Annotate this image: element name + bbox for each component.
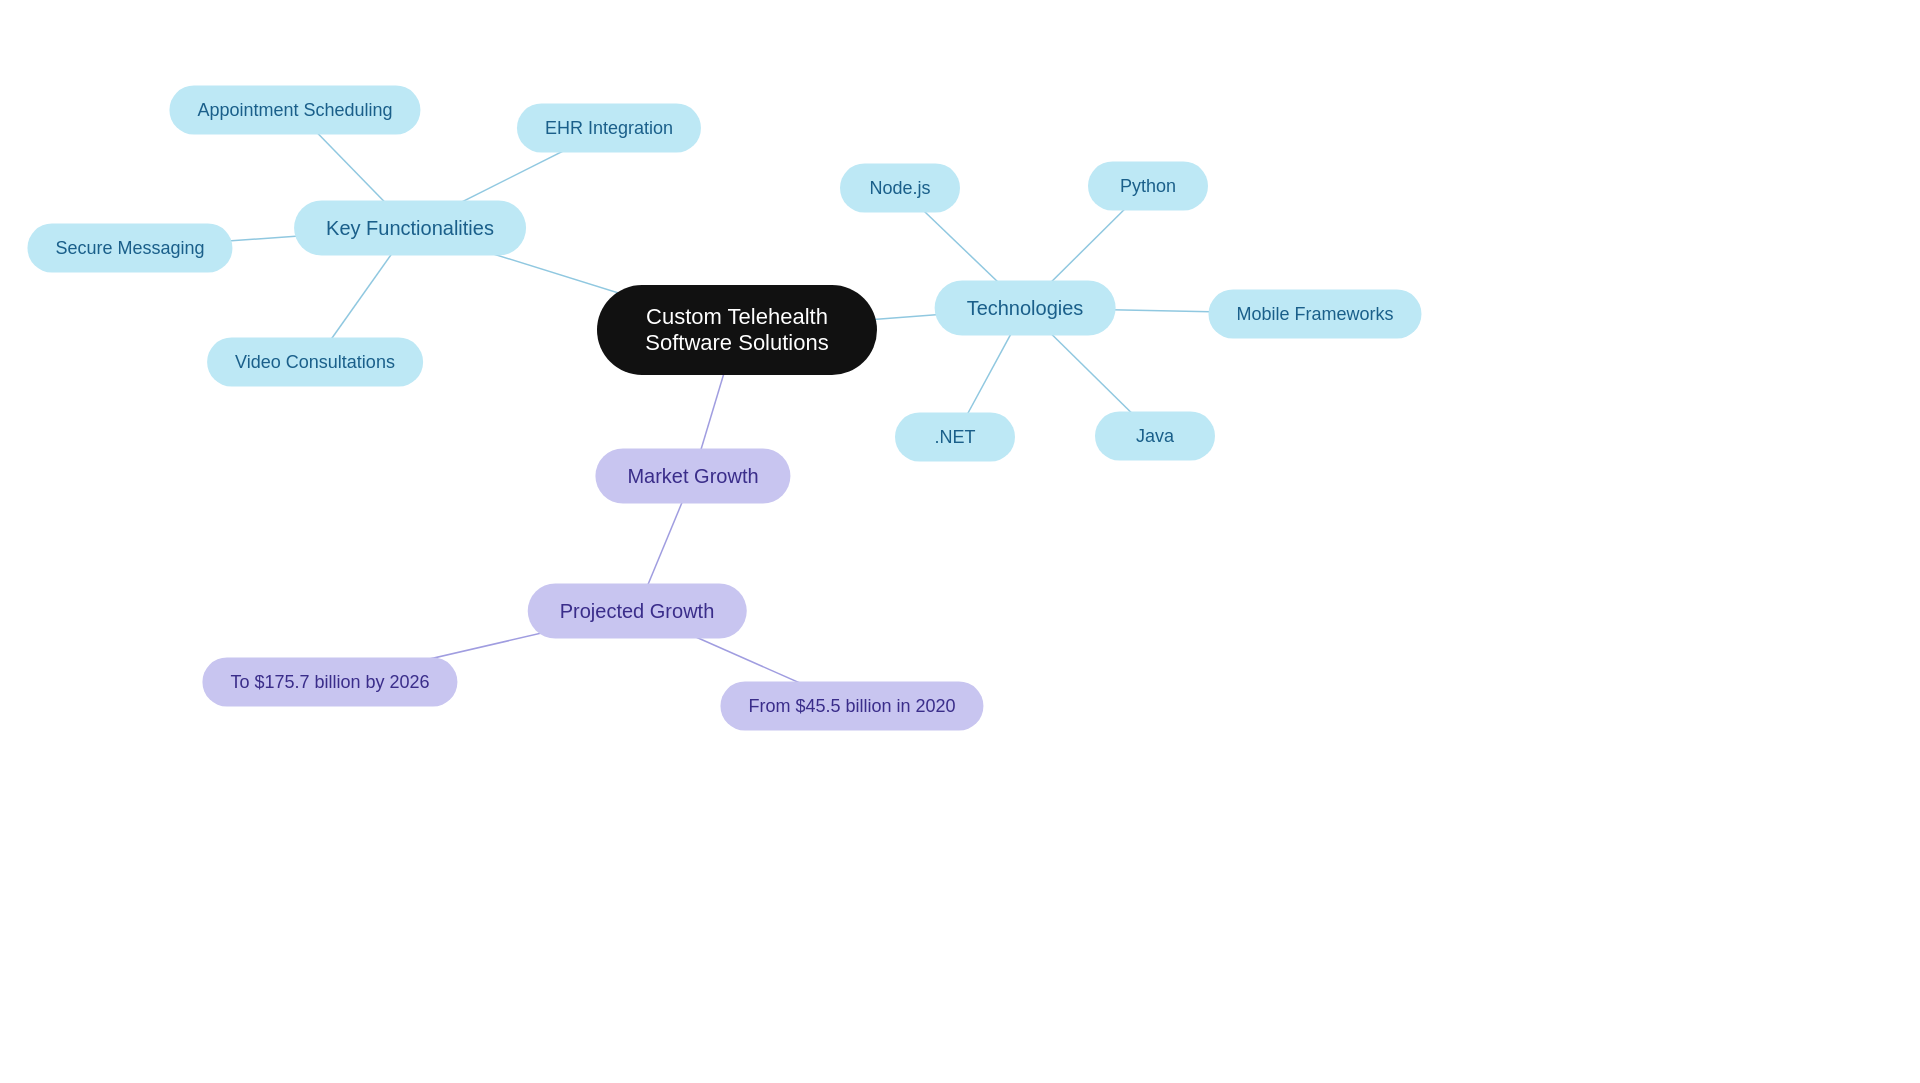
center-node: Custom Telehealth Software Solutions — [597, 285, 877, 375]
video-consultations-node: Video Consultations — [207, 338, 423, 387]
python-node: Python — [1088, 162, 1208, 211]
nodejs-node: Node.js — [840, 164, 960, 213]
ehr-integration-node: EHR Integration — [517, 104, 701, 153]
growth-2020-node: From $45.5 billion in 2020 — [720, 682, 983, 731]
mobile-frameworks-node: Mobile Frameworks — [1208, 290, 1421, 339]
key-functionalities-node: Key Functionalities — [294, 201, 526, 256]
projected-growth-node: Projected Growth — [528, 584, 747, 639]
java-node: Java — [1095, 412, 1215, 461]
dotnet-node: .NET — [895, 413, 1015, 462]
market-growth-node: Market Growth — [595, 449, 790, 504]
appointment-scheduling-node: Appointment Scheduling — [169, 86, 420, 135]
technologies-node: Technologies — [935, 281, 1116, 336]
secure-messaging-node: Secure Messaging — [27, 224, 232, 273]
growth-2026-node: To $175.7 billion by 2026 — [202, 658, 457, 707]
